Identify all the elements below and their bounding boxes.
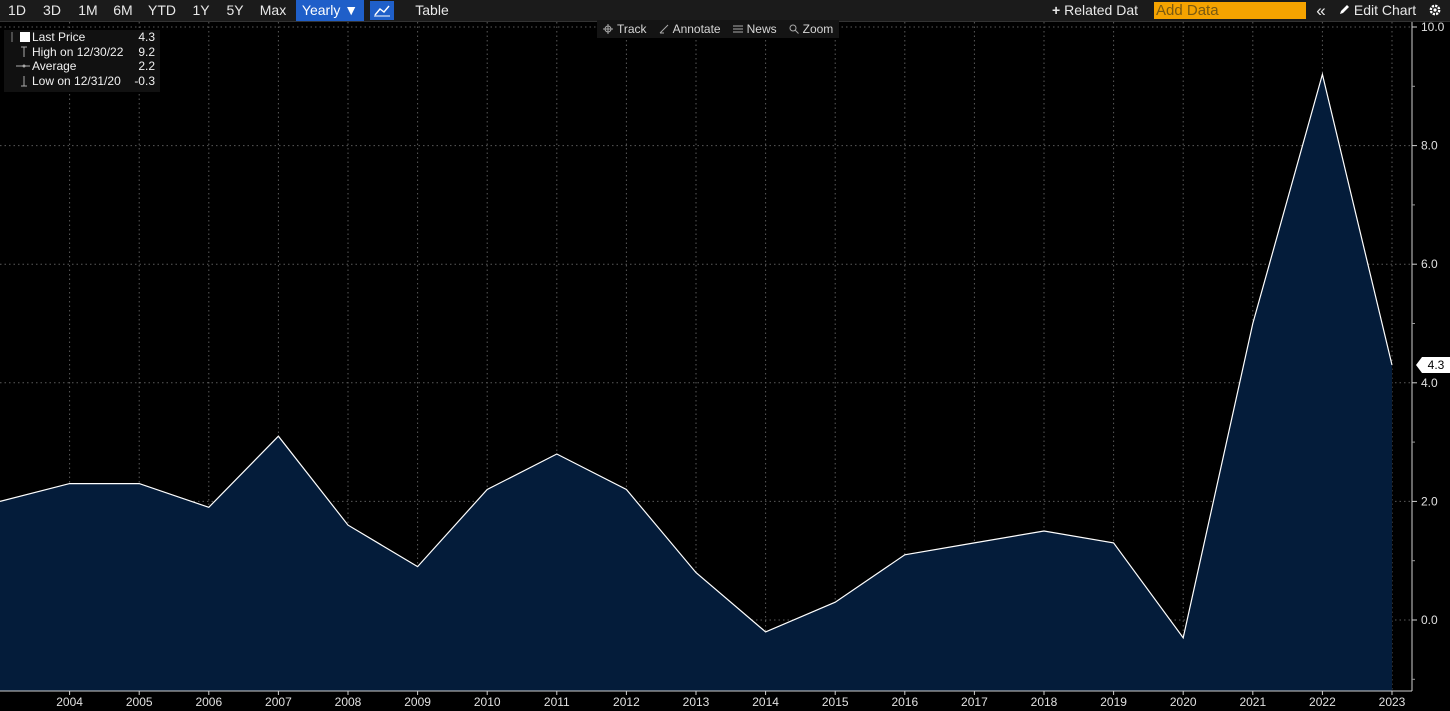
legend-value: 2.2: [138, 59, 155, 73]
x-tick-label: 2010: [474, 695, 501, 709]
x-tick-label: 2017: [961, 695, 988, 709]
x-tick-label: 2020: [1170, 695, 1197, 709]
last-value-marker: 4.3: [1416, 357, 1450, 374]
high-marker-icon: [21, 46, 27, 57]
x-axis: 2004 2005 2006 2007 2008 2009 2010 2011 2012 2013…: [0, 690, 1412, 709]
low-marker-icon: [21, 75, 27, 86]
legend-value: 9.2: [138, 44, 155, 59]
y-tick-label: 2.0: [1421, 494, 1438, 508]
track-label: Track: [617, 22, 647, 36]
x-tick-label: 2023: [1379, 695, 1406, 709]
magnifier-icon: [789, 24, 799, 34]
news-tool[interactable]: News: [727, 22, 783, 36]
x-tick-label: 2018: [1031, 695, 1058, 709]
x-tick-label: 2013: [683, 695, 710, 709]
x-tick-label: 2022: [1309, 695, 1336, 709]
crosshair-icon: [603, 24, 613, 34]
price-chart[interactable]: 0.0 2.0 4.0 6.0 8.0 10.0 2004 2005 2006 2007 2008…: [0, 0, 1450, 711]
y-axis: 0.0 2.0 4.0 6.0 8.0 10.0: [1411, 20, 1445, 691]
news-icon: [732, 25, 743, 33]
square-marker-icon: [11, 32, 30, 42]
y-tick-label: 0.0: [1421, 613, 1438, 627]
x-tick-label: 2012: [613, 695, 640, 709]
legend-row-low: Low on 12/31/20 -0.3: [4, 74, 160, 89]
average-marker-icon: [16, 64, 30, 68]
y-tick-label: 4.0: [1421, 376, 1438, 390]
legend-row-last-price: Last Price 4.3: [4, 30, 160, 45]
track-tool[interactable]: Track: [597, 22, 653, 36]
x-tick-label: 2006: [195, 695, 222, 709]
y-tick-label: 10.0: [1421, 20, 1445, 34]
x-tick-label: 2004: [56, 695, 83, 709]
last-value-label: 4.3: [1428, 358, 1445, 372]
x-tick-label: 2021: [1239, 695, 1266, 709]
zoom-label: Zoom: [802, 22, 834, 36]
legend-label: High on 12/30/22: [32, 44, 124, 59]
chart-legend[interactable]: Last Price 4.3 High on 12/30/22 9.2 Aver…: [4, 30, 160, 92]
x-tick-label: 2015: [822, 695, 849, 709]
x-tick-label: 2016: [891, 695, 918, 709]
legend-value: 4.3: [138, 30, 155, 44]
legend-row-average: Average 2.2: [4, 59, 160, 74]
x-tick-label: 2019: [1100, 695, 1127, 709]
zoom-tool[interactable]: Zoom: [783, 22, 840, 36]
x-tick-label: 2014: [752, 695, 779, 709]
y-tick-label: 8.0: [1421, 139, 1438, 153]
legend-label: Last Price: [32, 30, 86, 44]
x-tick-label: 2005: [126, 695, 153, 709]
chart-tools: Track Annotate News Zoom: [597, 20, 840, 38]
legend-label: Average: [32, 59, 77, 73]
annotate-icon: [659, 24, 668, 34]
x-tick-label: 2011: [544, 695, 570, 709]
legend-row-high: High on 12/30/22 9.2: [4, 45, 160, 60]
y-tick-label: 6.0: [1421, 257, 1438, 271]
x-tick-label: 2009: [404, 695, 431, 709]
news-label: News: [746, 22, 777, 36]
annotate-tool[interactable]: Annotate: [653, 22, 727, 36]
annotate-label: Annotate: [672, 22, 721, 36]
x-tick-label: 2008: [335, 695, 362, 709]
legend-value: -0.3: [134, 73, 155, 88]
x-tick-label: 2007: [265, 695, 292, 709]
legend-label: Low on 12/31/20: [32, 73, 121, 88]
